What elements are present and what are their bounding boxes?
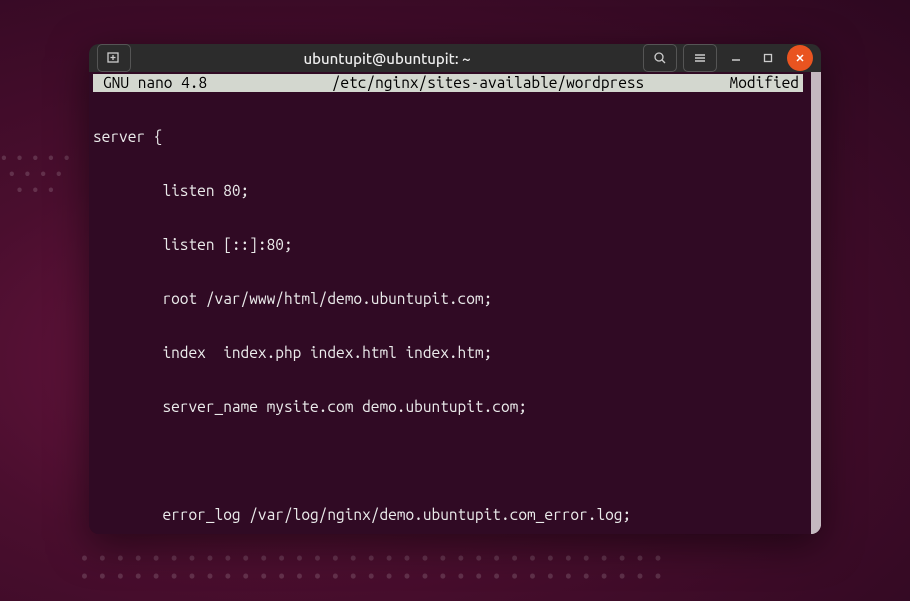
editor-line: listen 80; [93, 182, 803, 200]
background-decoration: • • • • • • • • • • • • [0, 150, 71, 198]
terminal-content[interactable]: GNU nano 4.8 /etc/nginx/sites-available/… [89, 72, 821, 534]
editor-line: listen [::]:80; [93, 236, 803, 254]
editor-line: error_log /var/log/nginx/demo.ubuntupit.… [93, 506, 803, 524]
editor-line: server { [93, 128, 803, 146]
nano-header: GNU nano 4.8 /etc/nginx/sites-available/… [93, 74, 803, 92]
nano-filepath: /etc/nginx/sites-available/wordpress [275, 74, 701, 92]
nano-version: GNU nano 4.8 [95, 74, 275, 92]
editor-line: index index.php index.html index.htm; [93, 344, 803, 362]
titlebar: ubuntupit@ubuntupit: ~ [89, 44, 821, 72]
new-tab-button[interactable] [97, 44, 131, 72]
menu-button[interactable] [683, 44, 717, 72]
editor-line: server_name mysite.com demo.ubuntupit.co… [93, 398, 803, 416]
scrollbar[interactable] [811, 72, 821, 534]
close-button[interactable] [787, 45, 813, 71]
maximize-button[interactable] [755, 45, 781, 71]
scrollbar-thumb[interactable] [811, 72, 821, 534]
editor-line [93, 452, 803, 470]
editor-line: root /var/www/html/demo.ubuntupit.com; [93, 290, 803, 308]
search-button[interactable] [643, 44, 677, 72]
terminal-window: ubuntupit@ubuntupit: ~ GNU nano 4 [89, 44, 821, 534]
window-title: ubuntupit@ubuntupit: ~ [137, 50, 637, 67]
editor-body[interactable]: server { listen 80; listen [::]:80; root… [93, 92, 803, 534]
minimize-button[interactable] [723, 45, 749, 71]
background-decoration: • • • • • • • • • • • • • • • • • • • • … [80, 550, 662, 586]
nano-status: Modified [701, 74, 801, 92]
